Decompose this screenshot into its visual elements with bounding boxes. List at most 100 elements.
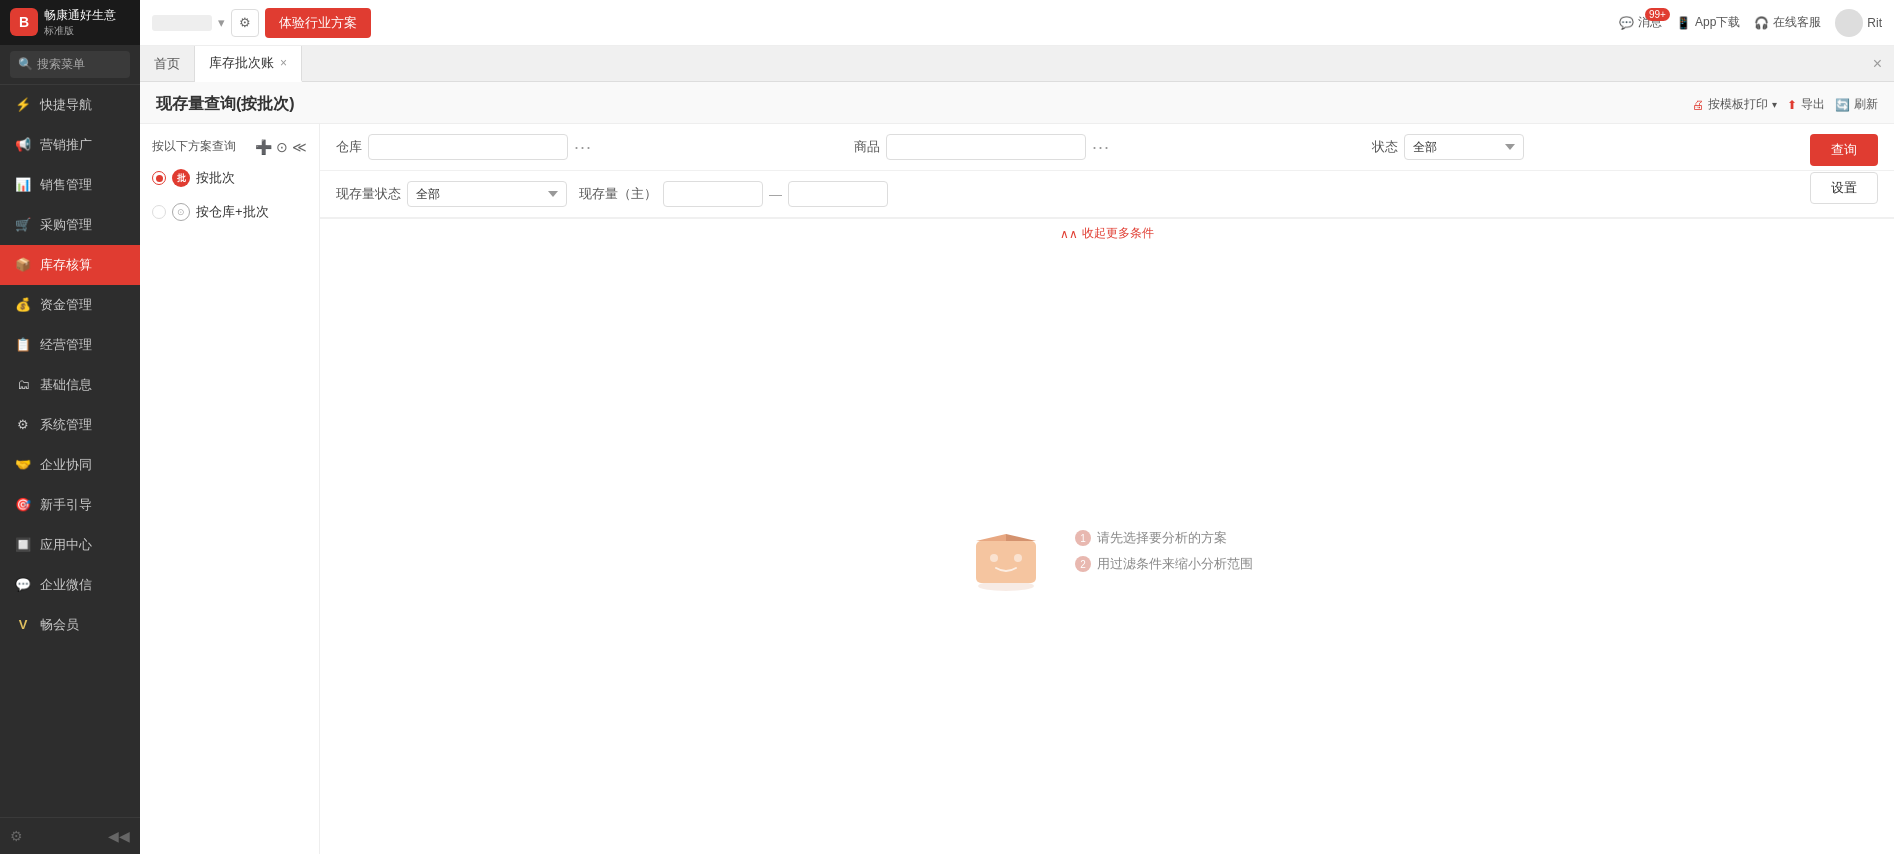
sidebar-item-purchase[interactable]: 🛒 采购管理	[0, 205, 140, 245]
svg-marker-2	[976, 534, 1006, 541]
hint-2-num: 2	[1075, 556, 1091, 572]
headset-icon: 🎧	[1754, 16, 1769, 30]
content-area: 现存量查询(按批次) 🖨 按模板打印 ▾ ⬆ 导出 🔄 刷新	[140, 82, 1894, 854]
status-label: 状态	[1372, 138, 1398, 156]
newbie-icon: 🎯	[14, 496, 32, 514]
stock-qty-range: —	[663, 181, 888, 207]
enterprise-icon: 🤝	[14, 456, 32, 474]
settings-button[interactable]: 设置	[1810, 172, 1878, 204]
sidebar-item-sales[interactable]: 📊 销售管理	[0, 165, 140, 205]
stock-qty-to-input[interactable]	[788, 181, 888, 207]
collapse-filter-button[interactable]: ≪	[292, 139, 307, 155]
product-input[interactable]	[886, 134, 1086, 160]
warehouse-more-button[interactable]: ···	[574, 137, 592, 158]
warehouse-batch-icon: ⊙	[172, 203, 190, 221]
breadcrumb-dropdown[interactable]: ▾	[218, 15, 225, 30]
sidebar-item-wechat[interactable]: 💬 企业微信	[0, 565, 140, 605]
filter-item-warehouse-batch[interactable]: ⊙ 按仓库+批次	[140, 195, 319, 229]
page-title: 现存量查询(按批次)	[156, 94, 295, 115]
status-select[interactable]: 全部 正常 停用	[1404, 134, 1524, 160]
member-icon: V	[14, 616, 32, 634]
collapse-label: 收起更多条件	[1082, 225, 1154, 242]
tab-close-icon[interactable]: ×	[280, 56, 287, 70]
sidebar-item-inventory[interactable]: 📦 库存核算	[0, 245, 140, 285]
sidebar-item-enterprise[interactable]: 🤝 企业协同	[0, 445, 140, 485]
sidebar-item-apps[interactable]: 🔲 应用中心	[0, 525, 140, 565]
print-dropdown-icon[interactable]: ▾	[1772, 99, 1777, 110]
panel-close-button[interactable]: ×	[1873, 55, 1882, 73]
topbar: ▾ ⚙ 体验行业方案 💬 消息 99+ 📱 App下载 🎧 在线客服	[140, 0, 1894, 46]
trial-btn[interactable]: 体验行业方案	[265, 8, 371, 38]
sidebar-item-basic[interactable]: 🗂 基础信息	[0, 365, 140, 405]
filter-product-group: 商品 ···	[854, 134, 1360, 160]
warehouse-label: 仓库	[336, 138, 362, 156]
empty-hint-1: 1 请先选择要分析的方案	[1075, 529, 1253, 547]
empty-icon	[961, 506, 1051, 596]
query-button[interactable]: 查询	[1810, 134, 1878, 166]
collapse-bar[interactable]: ∧∧ 收起更多条件	[320, 218, 1894, 248]
sidebar-item-marketing[interactable]: 📢 营销推广	[0, 125, 140, 165]
filter-row-1: 仓库 ··· 商品 ··· 状态 全部	[320, 124, 1894, 171]
tabs-bar: 首页 库存批次账 × ×	[140, 46, 1894, 82]
sidebar-item-member[interactable]: V 畅会员	[0, 605, 140, 645]
user-profile[interactable]: Rit	[1835, 9, 1882, 37]
svg-marker-3	[1006, 534, 1036, 541]
search-menu-button[interactable]: 🔍 搜索菜单	[10, 51, 130, 78]
online-service-button[interactable]: 🎧 在线客服	[1754, 14, 1821, 31]
empty-hint-2: 2 用过滤条件来缩小分析范围	[1075, 555, 1253, 573]
sidebar-item-operations[interactable]: 📋 经营管理	[0, 325, 140, 365]
settings-icon: ⚙	[239, 15, 251, 30]
basic-icon: 🗂	[14, 376, 32, 394]
sidebar-item-newbie[interactable]: 🎯 新手引导	[0, 485, 140, 525]
export-button[interactable]: ⬆ 导出	[1787, 96, 1825, 113]
topbar-settings-button[interactable]: ⚙	[231, 9, 259, 37]
body-split: 按以下方案查询 ➕ ⊙ ≪ 批 按批次 ⊙ 按仓库+批次	[140, 124, 1894, 854]
filter-stock-qty-group: 现存量（主） —	[579, 181, 888, 207]
sidebar-footer: ⚙ ◀◀	[0, 817, 140, 854]
user-name: Rit	[1867, 16, 1882, 30]
message-button[interactable]: 💬 消息 99+	[1619, 14, 1662, 31]
filter-row-2: 现存量状态 全部 有库存 无库存 现存量（主） —	[320, 171, 1894, 218]
stock-status-select[interactable]: 全部 有库存 无库存	[407, 181, 567, 207]
tab-batch[interactable]: 库存批次账 ×	[195, 46, 302, 82]
filter-warehouse-group: 仓库 ···	[336, 134, 842, 160]
print-button[interactable]: 🖨 按模板打印 ▾	[1692, 96, 1777, 113]
export-icon: ⬆	[1787, 98, 1797, 112]
hint-1-num: 1	[1075, 530, 1091, 546]
refresh-button[interactable]: 🔄 刷新	[1835, 96, 1878, 113]
hint-2-text: 用过滤条件来缩小分析范围	[1097, 555, 1253, 573]
filter-panel-header: 按以下方案查询 ➕ ⊙ ≪	[140, 132, 319, 161]
svg-point-5	[1014, 554, 1022, 562]
results-area: 1 请先选择要分析的方案 2 用过滤条件来缩小分析范围	[320, 248, 1894, 854]
settings-footer-button[interactable]: ⚙	[10, 828, 23, 844]
product-label: 商品	[854, 138, 880, 156]
marketing-icon: 📢	[14, 136, 32, 154]
sidebar-item-finance[interactable]: 💰 资金管理	[0, 285, 140, 325]
filter-rows-container: 仓库 ··· 商品 ··· 状态 全部	[320, 124, 1894, 248]
inventory-icon: 📦	[14, 256, 32, 274]
sidebar-search-area: 🔍 搜索菜单	[0, 45, 140, 85]
avatar	[1835, 9, 1863, 37]
empty-hints: 1 请先选择要分析的方案 2 用过滤条件来缩小分析范围	[1075, 529, 1253, 573]
product-more-button[interactable]: ···	[1092, 137, 1110, 158]
action-buttons: 查询 设置	[1810, 134, 1878, 204]
system-icon: ⚙	[14, 416, 32, 434]
app-logo: B	[10, 8, 38, 36]
add-scheme-button[interactable]: ➕	[255, 139, 272, 155]
filter-item-batch[interactable]: 批 按批次	[140, 161, 319, 195]
svg-point-4	[990, 554, 998, 562]
stock-qty-from-input[interactable]	[663, 181, 763, 207]
tab-home[interactable]: 首页	[140, 46, 195, 82]
warehouse-input[interactable]	[368, 134, 568, 160]
sidebar-item-quick-nav[interactable]: ⚡ 快捷导航	[0, 85, 140, 125]
message-icon: 💬	[1619, 16, 1634, 30]
radio-batch	[152, 171, 166, 185]
app-download-button[interactable]: 📱 App下载	[1676, 14, 1740, 31]
quick-nav-icon: ⚡	[14, 96, 32, 114]
apps-icon: 🔲	[14, 536, 32, 554]
scheme-settings-button[interactable]: ⊙	[276, 139, 288, 155]
sidebar-item-system[interactable]: ⚙ 系统管理	[0, 405, 140, 445]
collapse-sidebar-button[interactable]: ◀◀	[108, 828, 130, 844]
app-title: 畅康通好生意 标准版	[44, 8, 116, 37]
query-area: 仓库 ··· 商品 ··· 状态 全部	[320, 124, 1894, 854]
